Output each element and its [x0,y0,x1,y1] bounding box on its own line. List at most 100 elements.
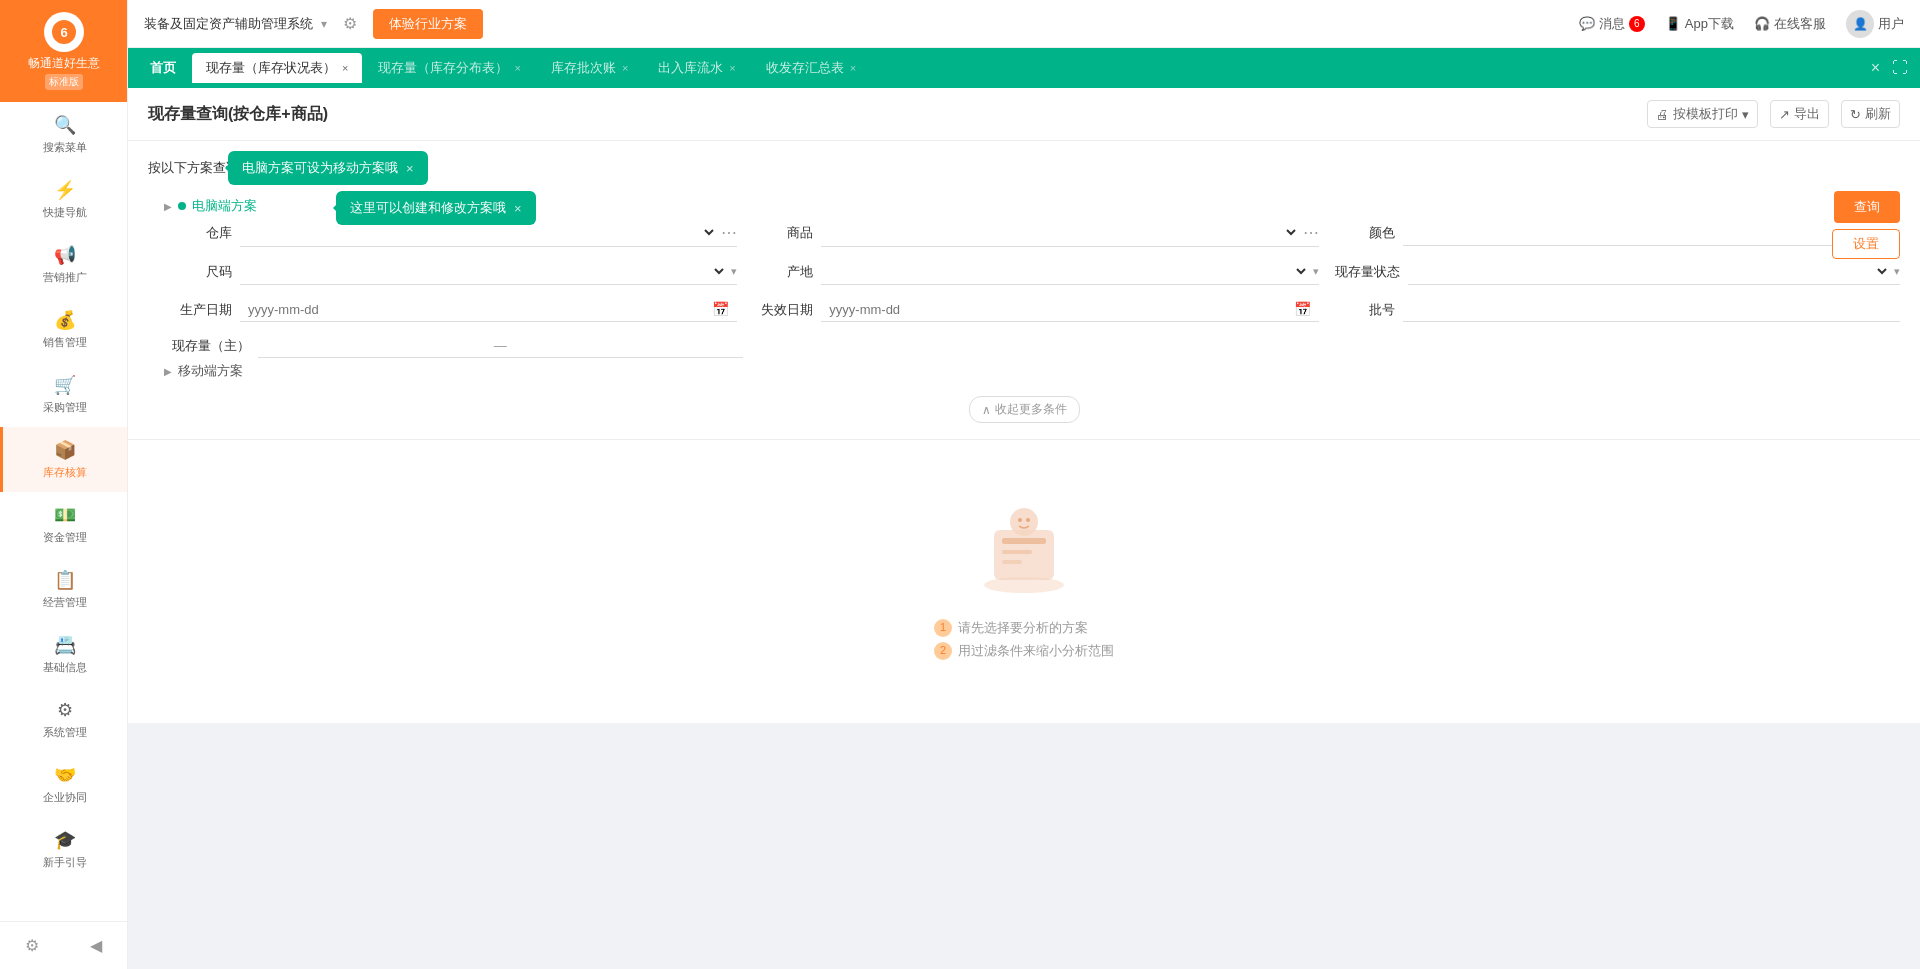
print-arrow-icon: ▾ [1742,107,1749,122]
message-item[interactable]: 💬 消息 6 [1579,15,1645,33]
sidebar-item-base-info-label: 基础信息 [43,660,87,675]
warehouse-select[interactable] [240,224,717,241]
content-area: 现存量查询(按仓库+商品) 🖨 按模板打印 ▾ ↗ 导出 ↻ 刷新 [128,88,1920,969]
sidebar-item-search-menu[interactable]: 🔍 搜索菜单 [0,102,127,167]
refresh-button[interactable]: ↻ 刷新 [1841,100,1900,128]
sidebar-item-purchase[interactable]: 🛒 采购管理 [0,362,127,427]
filter-row-3: 生产日期 📅 失效日期 📅 [172,297,1900,322]
enterprise-icon: 🤝 [54,764,76,786]
tab-inventory-status[interactable]: 现存量（库存状况表） × [192,53,362,83]
sidebar-item-quick-nav[interactable]: ⚡ 快捷导航 [0,167,127,232]
sidebar-logo: 6 畅通道好生意 标准版 [0,0,127,102]
topbar-right: 💬 消息 6 📱 App下载 🎧 在线客服 👤 用户 [1579,10,1904,38]
empty-hint: 1 请先选择要分析的方案 2 用过滤条件来缩小分析范围 [934,616,1114,663]
sidebar-item-operation[interactable]: 📋 经营管理 [0,557,127,622]
tab-batch-ledger[interactable]: 库存批次账 × [537,53,642,83]
origin-select[interactable] [821,263,1308,280]
hint-num-1: 1 [934,619,952,637]
sidebar-item-inventory-label: 库存核算 [43,465,87,480]
expire-date-calendar-icon[interactable]: 📅 [1294,301,1311,317]
size-select[interactable] [240,263,727,280]
print-template-button[interactable]: 🖨 按模板打印 ▾ [1647,100,1758,128]
tab-inventory-dist[interactable]: 现存量（库存分布表） × [364,53,534,83]
app-download-item[interactable]: 📱 App下载 [1665,15,1734,33]
user-icon: 👤 [1853,17,1868,31]
filter-field-expire-date: 失效日期 📅 [753,297,1318,322]
filter-field-size: 尺码 ▾ [172,259,737,285]
tab-inventory-dist-close[interactable]: × [514,62,520,74]
sidebar-item-marketing[interactable]: 📢 营销推广 [0,232,127,297]
sidebar-item-inventory[interactable]: 📦 库存核算 [0,427,127,492]
tab-home[interactable]: 首页 [136,53,190,83]
scheme-item-mobile[interactable]: ▶ 移动端方案 [156,358,1900,384]
scheme-mobile-arrow-icon: ▶ [164,366,172,377]
app-download-label: App下载 [1685,15,1734,33]
base-info-icon: 📇 [54,634,76,656]
tooltip-close-icon-1[interactable]: × [406,161,414,176]
logo-icon: 6 [44,12,84,52]
sidebar-item-base-info[interactable]: 📇 基础信息 [0,622,127,687]
sidebar-item-marketing-label: 营销推广 [43,270,87,285]
goods-select[interactable] [821,224,1298,241]
size-arrow-icon: ▾ [731,265,737,278]
online-support-item[interactable]: 🎧 在线客服 [1754,15,1826,33]
stock-main-min-input[interactable] [266,338,490,353]
svg-point-8 [1018,518,1022,522]
tab-in-out-flow[interactable]: 出入库流水 × [644,53,749,83]
logo-text: 畅通道好生意 [28,56,100,72]
sidebar-item-system[interactable]: ⚙ 系统管理 [0,687,127,752]
tab-home-label: 首页 [150,59,176,77]
sidebar-item-operation-label: 经营管理 [43,595,87,610]
tabbar-fullscreen-icon[interactable]: ⛶ [1888,55,1912,81]
filter-row-4: 现存量（主） — [172,334,1900,358]
batch-input[interactable] [1403,298,1900,322]
set-button[interactable]: 设置 [1832,229,1900,259]
settings-icon[interactable]: ⚙ [17,932,47,959]
stock-state-select[interactable] [1408,263,1890,280]
sidebar-item-enterprise[interactable]: 🤝 企业协同 [0,752,127,817]
empty-hint-1: 1 请先选择要分析的方案 [934,616,1114,639]
tab-in-out-flow-close[interactable]: × [729,62,735,74]
stock-main-range: — [258,334,743,358]
goods-more-icon[interactable]: ⋯ [1303,223,1319,242]
goods-select-wrap: ⋯ [821,219,1318,247]
warehouse-more-icon[interactable]: ⋯ [721,223,737,242]
tooltip-close-icon-2[interactable]: × [514,201,522,216]
topbar-system: 装备及固定资产辅助管理系统 ▾ [144,15,327,33]
size-select-wrap: ▾ [240,259,737,285]
origin-select-wrap: ▾ [821,259,1318,285]
query-button[interactable]: 查询 [1834,191,1900,223]
warehouse-label: 仓库 [172,224,232,242]
collapse-sidebar-icon[interactable]: ◀ [82,932,110,959]
scheme-desktop-arrow-icon: ▶ [164,201,172,212]
export-icon: ↗ [1779,107,1790,122]
topbar-gear-icon[interactable]: ⚙ [343,14,357,33]
tab-recv-summary-close[interactable]: × [850,62,856,74]
tabbar-actions: × ⛶ [1867,55,1912,81]
tab-batch-ledger-close[interactable]: × [622,62,628,74]
page-title: 现存量查询(按仓库+商品) [148,104,328,125]
sales-icon: 💰 [54,309,76,331]
sidebar-item-sales[interactable]: 💰 销售管理 [0,297,127,362]
tabbar-close-all-icon[interactable]: × [1867,55,1884,81]
produce-date-calendar-icon[interactable]: 📅 [712,301,729,317]
produce-date-input[interactable] [248,302,712,317]
collapse-button[interactable]: ∧ 收起更多条件 [969,396,1080,423]
sidebar-item-guide[interactable]: 🎓 新手引导 [0,817,127,882]
color-select[interactable] [1403,224,1890,241]
scheme-desktop-label: 电脑端方案 [192,197,257,215]
scheme-item-desktop[interactable]: ▶ 电脑端方案 这里可以创建和修改方案哦 × [156,193,1900,219]
tab-inventory-status-close[interactable]: × [342,62,348,74]
expire-date-input[interactable] [829,302,1293,317]
system-icon: ⚙ [57,699,73,721]
export-button[interactable]: ↗ 导出 [1770,100,1829,128]
marketing-icon: 📢 [54,244,76,266]
sidebar-nav: 🔍 搜索菜单 ⚡ 快捷导航 📢 营销推广 💰 销售管理 🛒 采购管理 📦 库存核… [0,102,127,921]
filter-panel: 按以下方案查询 + ⊙ « 电脑方案可设为移动方案哦 × ▶ 电脑端方案 [128,141,1920,440]
user-item[interactable]: 👤 用户 [1846,10,1904,38]
stock-main-max-input[interactable] [511,338,735,353]
tab-recv-summary[interactable]: 收发存汇总表 × [752,53,870,83]
tab-inventory-dist-label: 现存量（库存分布表） [378,59,508,77]
sidebar-item-finance[interactable]: 💵 资金管理 [0,492,127,557]
experience-button[interactable]: 体验行业方案 [373,9,483,39]
